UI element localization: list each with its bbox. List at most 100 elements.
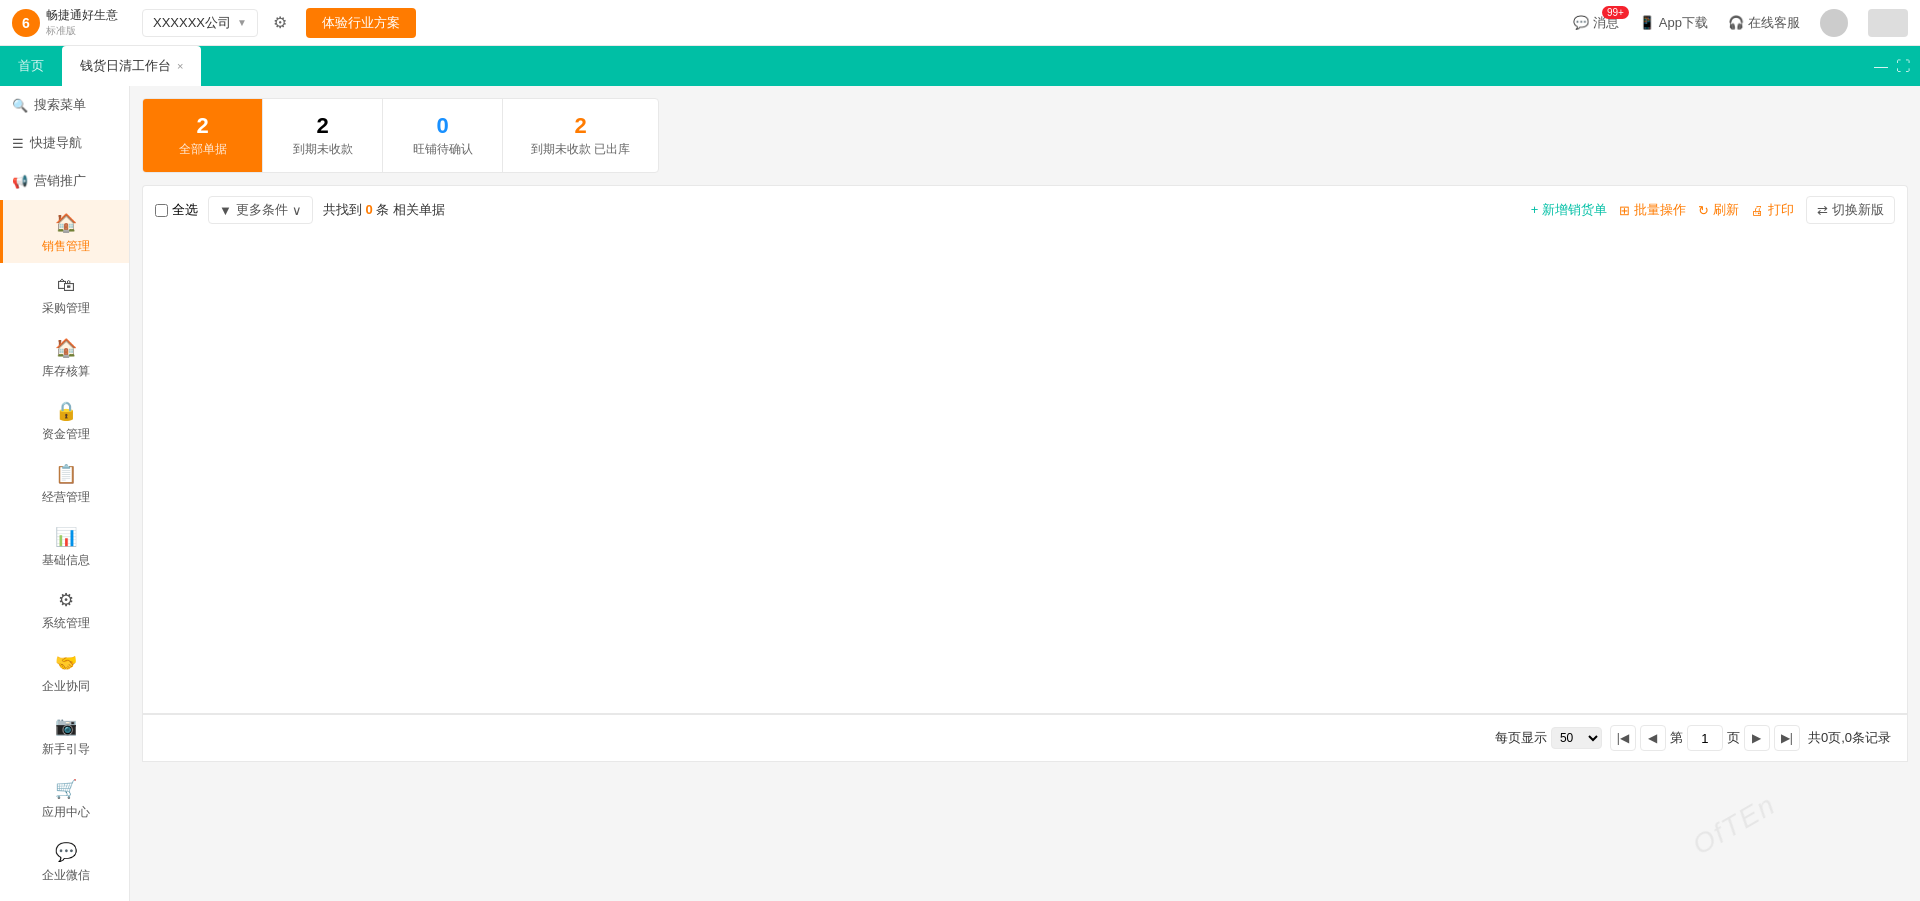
trial-button[interactable]: 体验行业方案: [306, 8, 416, 38]
page-last-button[interactable]: ▶|: [1774, 725, 1800, 751]
inventory-icon: 🏠: [55, 337, 77, 359]
sidebar-item-purchase[interactable]: 🛍 采购管理: [0, 263, 129, 325]
sidebar-item-wechat[interactable]: 💬 企业微信: [0, 829, 129, 892]
stat-label-overdue: 到期未收款: [291, 141, 354, 158]
stat-number-overdue-shipped: 2: [531, 113, 630, 139]
stat-label-pending: 旺铺待确认: [411, 141, 474, 158]
page-next-button[interactable]: ▶: [1744, 725, 1770, 751]
table-area: [142, 234, 1908, 714]
page-first-button[interactable]: |◀: [1610, 725, 1636, 751]
content-area: 2 全部单据 2 到期未收款 0 旺铺待确认 2 到期未收款 已出库 全选: [130, 86, 1920, 901]
headset-icon: 🎧: [1728, 15, 1744, 30]
nav-tabs-actions: — ⛶: [1874, 58, 1920, 74]
logo-text: 畅捷通好生意 标准版: [46, 8, 118, 37]
batch-icon: ⊞: [1619, 203, 1630, 218]
tab-close-icon[interactable]: ×: [177, 60, 183, 72]
sidebar-item-system[interactable]: ⚙ 系统管理: [0, 577, 129, 640]
add-sales-order-button[interactable]: + 新增销货单: [1531, 201, 1607, 219]
batch-operation-button[interactable]: ⊞ 批量操作: [1619, 201, 1686, 219]
page-label-end: 页: [1727, 729, 1740, 747]
tab-minimize-button[interactable]: —: [1874, 58, 1888, 74]
quick-nav-icon: ☰: [12, 136, 24, 151]
pagination-bar: 每页显示 50 10 20 100 |◀ ◀ 第 页 ▶ ▶| 共0页,0条记录: [142, 714, 1908, 762]
sidebar-item-cooperation[interactable]: 🤝 企业协同: [0, 640, 129, 703]
refresh-button[interactable]: ↻ 刷新: [1698, 201, 1739, 219]
stat-number-pending: 0: [411, 113, 474, 139]
found-count: 0: [366, 202, 373, 217]
switch-version-button[interactable]: ⇄ 切换新版: [1806, 196, 1895, 224]
sidebar-item-basicinfo[interactable]: 📊 基础信息: [0, 514, 129, 577]
system-icon: ⚙: [58, 589, 74, 611]
nav-tabs: 首页 钱货日清工作台 × — ⛶: [0, 46, 1920, 86]
found-text: 共找到 0 条 相关单据: [323, 201, 445, 219]
basicinfo-icon: 📊: [55, 526, 77, 548]
cooperation-icon: 🤝: [55, 652, 77, 674]
marketing-icon: 📢: [12, 174, 28, 189]
message-badge: 99+: [1602, 6, 1629, 19]
purchase-icon: 🛍: [57, 275, 75, 296]
page-label: 第: [1670, 729, 1683, 747]
company-dropdown-arrow: ▼: [237, 17, 247, 28]
online-service-item[interactable]: 🎧 在线客服: [1728, 14, 1800, 32]
sales-icon: 🏠: [55, 212, 77, 234]
phone-icon: 📱: [1639, 15, 1655, 30]
appcenter-icon: 🛒: [55, 778, 77, 800]
stat-card-pending[interactable]: 0 旺铺待确认: [383, 99, 503, 172]
stat-label-all: 全部单据: [171, 141, 234, 158]
company-selector[interactable]: XXXXXX公司 ▼: [142, 9, 258, 37]
search-icon: 🔍: [12, 98, 28, 113]
avatar[interactable]: [1820, 9, 1848, 37]
toolbar-left: 全选 ▼ 更多条件 ∨ 共找到 0 条 相关单据: [155, 196, 445, 224]
header-right: 💬 消息 99+ 📱 App下载 🎧 在线客服: [1573, 9, 1908, 37]
settings-button[interactable]: ⚙: [266, 9, 294, 37]
refresh-icon: ↻: [1698, 203, 1709, 218]
sidebar-item-inventory[interactable]: 🏠 库存核算: [0, 325, 129, 388]
filter-chevron-icon: ∨: [292, 203, 302, 218]
print-button[interactable]: 🖨 打印: [1751, 201, 1794, 219]
select-all-checkbox[interactable]: [155, 204, 168, 217]
sidebar-item-sales[interactable]: 🏠 销售管理: [0, 200, 129, 263]
select-all-label[interactable]: 全选: [155, 201, 198, 219]
sidebar-item-member[interactable]: V 畅会员: [0, 892, 129, 901]
sidebar: 🔍 搜索菜单 ☰ 快捷导航 📢 营销推广 🏠 销售管理 🛍 采购管理 🏠 库存核…: [0, 86, 130, 901]
top-header: 6 畅捷通好生意 标准版 XXXXXX公司 ▼ ⚙ 体验行业方案 💬 消息 99…: [0, 0, 1920, 46]
sidebar-item-capital[interactable]: 🔒 资金管理: [0, 388, 129, 451]
user-menu[interactable]: [1868, 9, 1908, 37]
stat-card-overdue-shipped[interactable]: 2 到期未收款 已出库: [503, 99, 658, 172]
guide-icon: 📷: [55, 715, 77, 737]
operations-icon: 📋: [55, 463, 77, 485]
sidebar-item-operations[interactable]: 📋 经营管理: [0, 451, 129, 514]
filter-icon: ▼: [219, 203, 232, 218]
sidebar-item-appcenter[interactable]: 🛒 应用中心: [0, 766, 129, 829]
wechat-icon: 💬: [55, 841, 77, 863]
main-layout: 🔍 搜索菜单 ☰ 快捷导航 📢 营销推广 🏠 销售管理 🛍 采购管理 🏠 库存核…: [0, 86, 1920, 901]
print-icon: 🖨: [1751, 203, 1764, 218]
tab-home[interactable]: 首页: [0, 46, 62, 86]
page-number-input[interactable]: [1687, 725, 1723, 751]
sidebar-item-guide[interactable]: 📷 新手引导: [0, 703, 129, 766]
stat-card-all[interactable]: 2 全部单据: [143, 99, 263, 172]
capital-icon: 🔒: [55, 400, 77, 422]
sidebar-marketing[interactable]: 📢 营销推广: [0, 162, 129, 200]
tab-expand-button[interactable]: ⛶: [1896, 58, 1910, 74]
total-records-text: 共0页,0条记录: [1808, 729, 1891, 747]
sidebar-search[interactable]: 🔍 搜索菜单: [0, 86, 129, 124]
stat-card-overdue[interactable]: 2 到期未收款: [263, 99, 383, 172]
stats-row: 2 全部单据 2 到期未收款 0 旺铺待确认 2 到期未收款 已出库: [142, 98, 659, 173]
app-download-label: App下载: [1659, 14, 1708, 32]
message-icon: 💬: [1573, 15, 1589, 30]
app-download-item[interactable]: 📱 App下载: [1639, 14, 1708, 32]
page-size-selector[interactable]: 每页显示 50 10 20 100: [1495, 727, 1602, 749]
message-item[interactable]: 💬 消息 99+: [1573, 14, 1619, 32]
toolbar-right: + 新增销货单 ⊞ 批量操作 ↻ 刷新 🖨 打印 ⇄ 切换新版: [1531, 196, 1895, 224]
sidebar-quick-nav[interactable]: ☰ 快捷导航: [0, 124, 129, 162]
logo-area: 6 畅捷通好生意 标准版: [12, 8, 142, 37]
stat-number-overdue: 2: [291, 113, 354, 139]
filter-button[interactable]: ▼ 更多条件 ∨: [208, 196, 313, 224]
stat-label-overdue-shipped: 到期未收款 已出库: [531, 141, 630, 158]
page-size-select[interactable]: 50 10 20 100: [1551, 727, 1602, 749]
page-prev-button[interactable]: ◀: [1640, 725, 1666, 751]
company-name: XXXXXX公司: [153, 14, 231, 32]
tab-active[interactable]: 钱货日清工作台 ×: [62, 46, 201, 86]
page-navigation: |◀ ◀ 第 页 ▶ ▶|: [1610, 725, 1800, 751]
